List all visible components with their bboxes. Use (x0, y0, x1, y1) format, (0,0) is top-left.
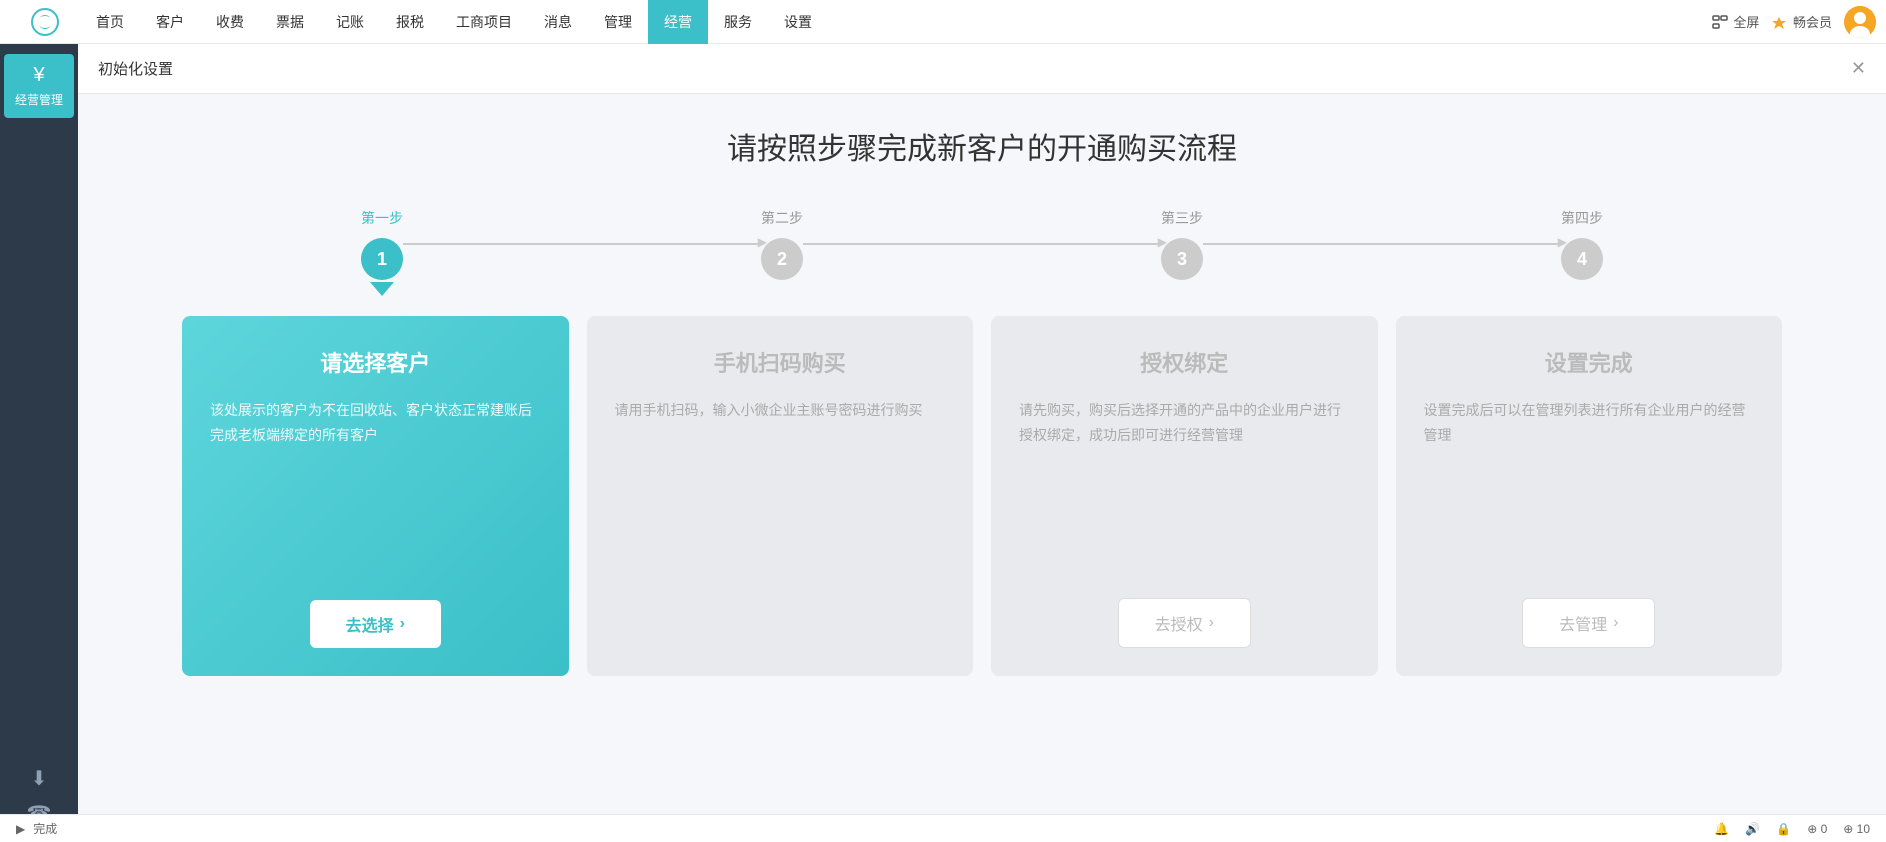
chevron-right-icon-4: › (1613, 614, 1618, 632)
page-title: 初始化设置 (98, 58, 173, 79)
step-item-2: 第二步 2 (582, 208, 982, 280)
card-step3: 授权绑定 请先购买，购买后选择开通的产品中的企业用户进行授权绑定，成功后即可进行… (991, 316, 1378, 676)
card-title-3: 授权绑定 (1019, 346, 1350, 378)
step-label-3: 第三步 (1161, 208, 1203, 228)
status-bar: ▶ 完成 🔔 🔊 🔒 ⊕ 0 ⊕ 10 (0, 814, 1886, 842)
logo-icon (10, 8, 80, 36)
page-header: 初始化设置 ✕ (78, 44, 1886, 94)
status-text: 完成 (33, 820, 57, 837)
nav-home[interactable]: 首页 (80, 0, 140, 44)
member-btn[interactable]: 畅会员 (1771, 12, 1832, 32)
card-step4: 设置完成 设置完成后可以在管理列表进行所有企业用户的经营管理 去管理 › (1396, 316, 1783, 676)
download-icon[interactable]: ⬇ (31, 766, 48, 791)
nav-fee[interactable]: 收费 (200, 0, 260, 44)
nav-items: 首页 客户 收费 票据 记账 报税 工商项目 消息 管理 经营 服务 设置 (80, 0, 1712, 44)
notification-icon[interactable]: 🔔 (1714, 822, 1729, 836)
sidebar: ¥ 经营管理 ⬇ ☎ (0, 44, 78, 842)
step-pointer-1 (370, 282, 394, 296)
nav-settings[interactable]: 设置 (768, 0, 828, 44)
card-title-2: 手机扫码购买 (615, 346, 946, 378)
card-desc-4: 设置完成后可以在管理列表进行所有企业用户的经营管理 (1424, 398, 1755, 598)
flow-title: 请按照步骤完成新客户的开通购买流程 (727, 124, 1237, 168)
nav-bookkeeping[interactable]: 记账 (320, 0, 380, 44)
nav-operation[interactable]: 经营 (648, 0, 708, 44)
nav-invoice[interactable]: 票据 (260, 0, 320, 44)
nav-message[interactable]: 消息 (528, 0, 588, 44)
card-title-4: 设置完成 (1424, 346, 1755, 378)
main-content: 请按照步骤完成新客户的开通购买流程 第一步 1 第二步 2 (78, 94, 1886, 706)
nav-right: 全屏 畅会员 (1712, 6, 1876, 38)
step-label-2: 第二步 (761, 208, 803, 228)
card-btn-4[interactable]: 去管理 › (1522, 598, 1655, 648)
nav-manage[interactable]: 管理 (588, 0, 648, 44)
step-circle-1: 1 (361, 238, 403, 280)
chevron-right-icon-3: › (1209, 614, 1214, 632)
volume-icon[interactable]: 🔊 (1745, 822, 1760, 836)
nav-customer[interactable]: 客户 (140, 0, 200, 44)
top-navigation: 首页 客户 收费 票据 记账 报税 工商项目 消息 管理 经营 服务 设置 全屏… (0, 0, 1886, 44)
nav-service[interactable]: 服务 (708, 0, 768, 44)
nav-tax[interactable]: 报税 (380, 0, 440, 44)
card-title-1: 请选择客户 (210, 346, 541, 378)
close-button[interactable]: ✕ (1851, 58, 1866, 79)
card-step1: 请选择客户 该处展示的客户为不在回收站、客户状态正常建账后完成老板端绑定的所有客… (182, 316, 569, 676)
card-desc-3: 请先购买，购买后选择开通的产品中的企业用户进行授权绑定，成功后即可进行经营管理 (1019, 398, 1350, 598)
step-label-1: 第一步 (361, 208, 403, 228)
status-right: 🔔 🔊 🔒 ⊕ 0 ⊕ 10 (1714, 822, 1870, 836)
card-desc-1: 该处展示的客户为不在回收站、客户状态正常建账后完成老板端绑定的所有客户 (210, 398, 541, 600)
content-area: 初始化设置 ✕ 请按照步骤完成新客户的开通购买流程 第一步 1 第二步 2 (78, 44, 1886, 842)
card-btn-1[interactable]: 去选择 › (310, 600, 441, 648)
counter-10: ⊕ 10 (1843, 822, 1870, 836)
operation-icon: ¥ (33, 64, 44, 87)
sidebar-item-operation[interactable]: ¥ 经营管理 (4, 54, 74, 118)
card-desc-2: 请用手机扫码，输入小微企业主账号密码进行购买 (615, 398, 946, 648)
counter-0: ⊕ 0 (1807, 822, 1827, 836)
cards-container: 请选择客户 该处展示的客户为不在回收站、客户状态正常建账后完成老板端绑定的所有客… (182, 316, 1782, 676)
card-btn-3[interactable]: 去授权 › (1118, 598, 1251, 648)
step-item-1: 第一步 1 (182, 208, 582, 296)
play-icon[interactable]: ▶ (16, 822, 25, 836)
step-circle-2: 2 (761, 238, 803, 280)
fullscreen-btn[interactable]: 全屏 (1712, 12, 1760, 32)
nav-commerce[interactable]: 工商项目 (440, 0, 528, 44)
step-item-3: 第三步 3 (982, 208, 1382, 280)
step-circle-4: 4 (1561, 238, 1603, 280)
step-label-4: 第四步 (1561, 208, 1603, 228)
status-left: ▶ 完成 (16, 820, 57, 837)
steps-container: 第一步 1 第二步 2 第三步 3 (182, 208, 1782, 296)
lock-icon[interactable]: 🔒 (1776, 822, 1791, 836)
step-circle-3: 3 (1161, 238, 1203, 280)
card-step2: 手机扫码购买 请用手机扫码，输入小微企业主账号密码进行购买 (587, 316, 974, 676)
user-avatar[interactable] (1844, 6, 1876, 38)
chevron-right-icon: › (400, 615, 405, 633)
sidebar-item-label: 经营管理 (15, 91, 63, 108)
step-item-4: 第四步 4 (1382, 208, 1782, 280)
main-layout: ¥ 经营管理 ⬇ ☎ 初始化设置 ✕ 请按照步骤完成新客户的开通购买流程 第一步… (0, 44, 1886, 842)
